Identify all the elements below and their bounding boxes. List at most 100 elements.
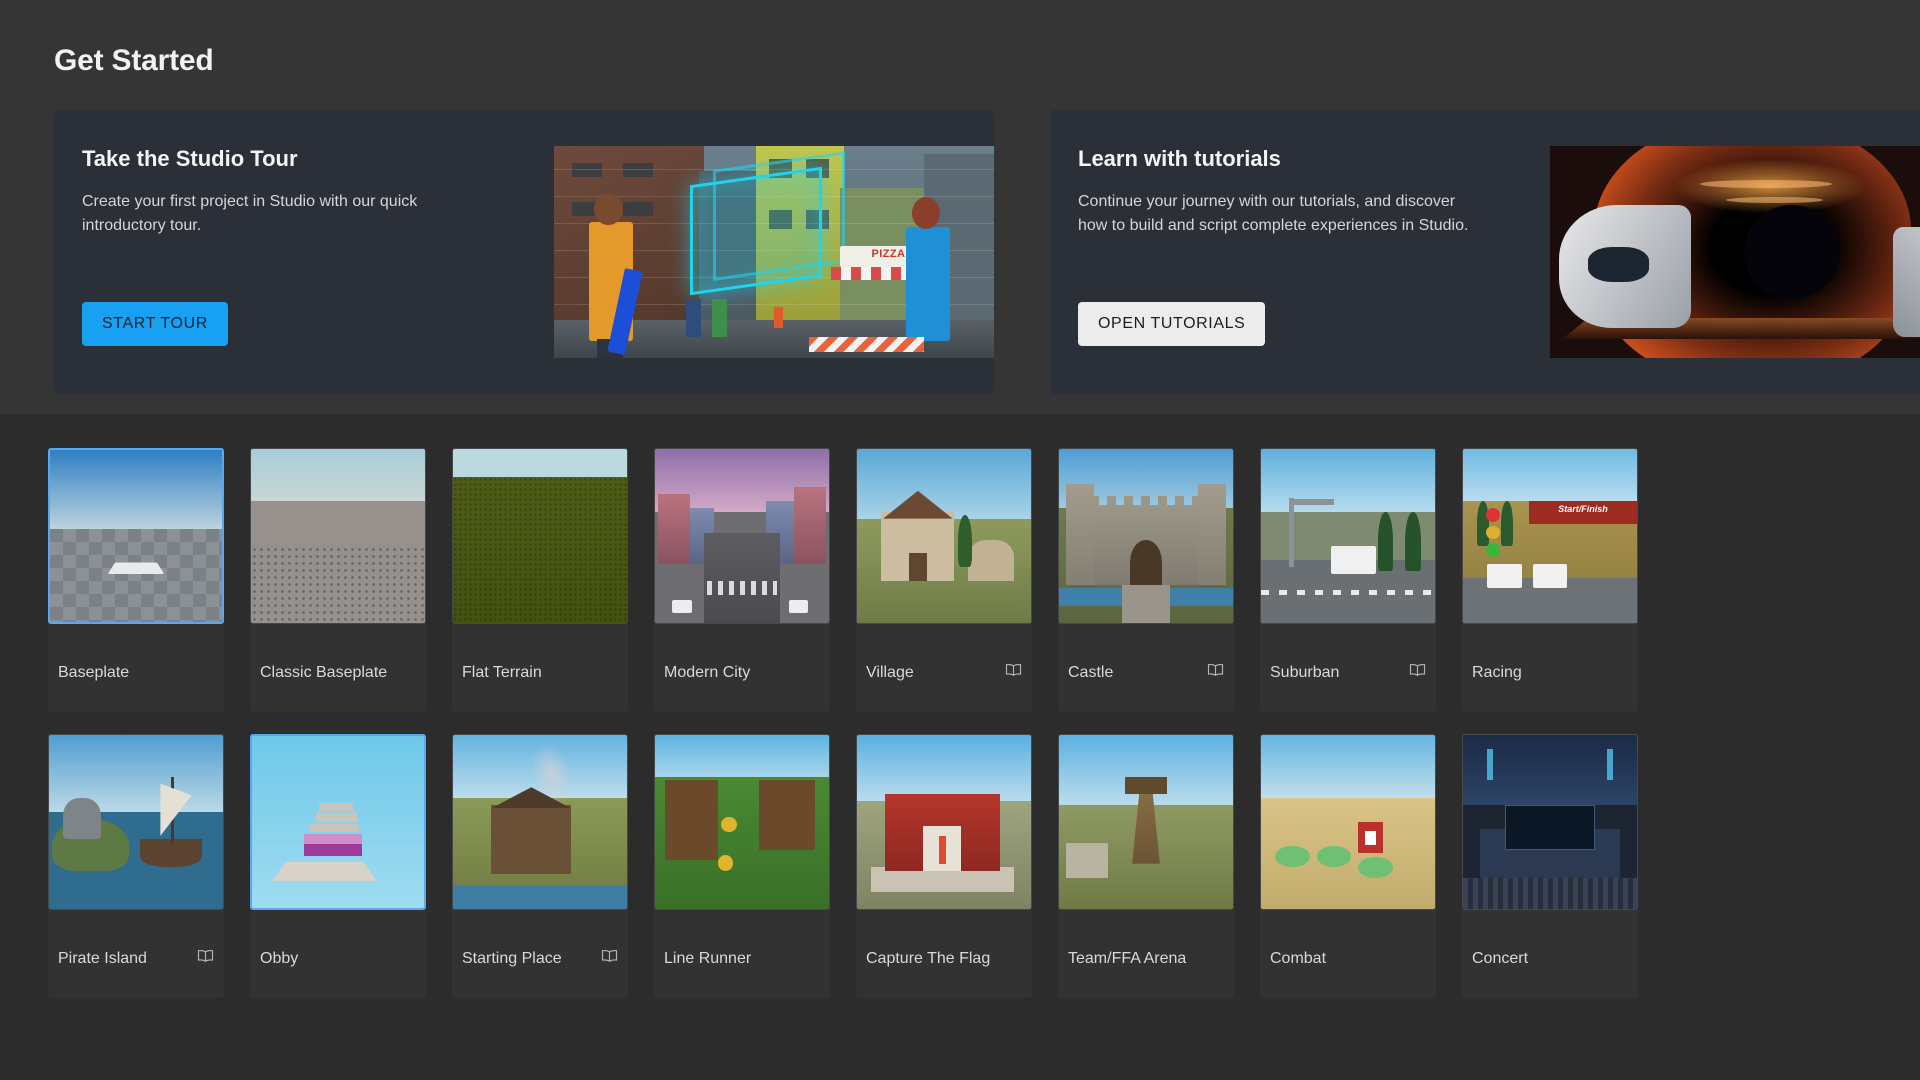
book-icon[interactable]	[1409, 663, 1426, 682]
template-label: Suburban	[1270, 663, 1340, 681]
template-label: Racing	[1472, 663, 1522, 681]
template-thumbnail[interactable]	[1058, 734, 1234, 910]
template-meta-row: Flat Terrain	[452, 624, 628, 708]
start-finish-banner: Start/Finish	[1529, 501, 1637, 524]
template-row: Baseplate Classic Baseplate Flat Terrain Mo…	[0, 448, 1920, 712]
template-meta-row: Village	[856, 624, 1032, 708]
template-label: Classic Baseplate	[260, 663, 388, 681]
template-meta-row: Line Runner	[654, 910, 830, 994]
template-thumbnail[interactable]	[452, 734, 628, 910]
template-thumbnail[interactable]	[1260, 448, 1436, 624]
template-label: Castle	[1068, 663, 1114, 681]
space-pod-left	[1558, 205, 1691, 329]
start-tour-button[interactable]: START TOUR	[82, 302, 228, 346]
template-meta-row: Combat	[1260, 910, 1436, 994]
promo-card-row: Take the Studio Tour Create your first p…	[54, 110, 1920, 394]
avatar-blue-jacket	[906, 196, 950, 342]
promo-card-title: Learn with tutorials	[1078, 146, 1281, 171]
template-meta-row: Concert	[1462, 910, 1638, 994]
template-card-baseplate[interactable]: Baseplate	[48, 448, 224, 712]
template-thumbnail[interactable]	[654, 448, 830, 624]
template-card-racing[interactable]: Start/Finish Racing	[1462, 448, 1638, 712]
template-thumbnail[interactable]	[452, 448, 628, 624]
template-meta-row: Capture The Flag	[856, 910, 1032, 994]
studio-tour-artwork: PIZZA	[554, 146, 994, 358]
template-label: Pirate Island	[58, 949, 147, 967]
avatar-head	[912, 196, 941, 229]
promo-card-description: Continue your journey with our tutorials…	[1078, 193, 1469, 234]
template-label: Modern City	[664, 663, 751, 681]
template-card-pirate-island[interactable]: Pirate Island	[48, 734, 224, 998]
avatar-head	[594, 193, 624, 225]
space-pod-right	[1893, 226, 1920, 337]
template-card-obby[interactable]: Obby	[250, 734, 426, 998]
template-card-flat-terrain[interactable]: Flat Terrain	[452, 448, 628, 712]
template-card-modern-city[interactable]: Modern City	[654, 448, 830, 712]
templates-grid-section: Baseplate Classic Baseplate Flat Terrain Mo…	[0, 414, 1920, 1080]
template-card-combat[interactable]: Combat	[1260, 734, 1436, 998]
template-label: Combat	[1270, 949, 1327, 967]
template-card-classic-baseplate[interactable]: Classic Baseplate	[250, 448, 426, 712]
template-thumbnail[interactable]	[250, 734, 426, 910]
template-meta-row: Baseplate	[48, 624, 224, 708]
template-card-capture-the-flag[interactable]: Capture The Flag	[856, 734, 1032, 998]
template-thumbnail[interactable]	[856, 448, 1032, 624]
template-meta-row: Starting Place	[452, 910, 628, 994]
book-icon[interactable]	[1207, 663, 1224, 682]
template-label: Flat Terrain	[462, 663, 542, 681]
book-icon[interactable]	[197, 949, 214, 968]
template-meta-row: Castle	[1058, 624, 1234, 708]
template-thumbnail[interactable]	[1462, 734, 1638, 910]
template-label: Starting Place	[462, 949, 562, 967]
avatar-small-2	[712, 298, 728, 337]
spawn-pad	[107, 562, 165, 574]
sci-fi-tunnel-illustration	[1550, 146, 1920, 358]
template-label: Obby	[260, 949, 299, 967]
template-label: Team/FFA Arena	[1068, 949, 1187, 967]
template-thumbnail[interactable]	[1260, 734, 1436, 910]
template-label: Baseplate	[58, 663, 130, 681]
city-scene-illustration: PIZZA	[554, 146, 994, 358]
road-barrier	[809, 336, 924, 352]
template-card-suburban[interactable]: Suburban	[1260, 448, 1436, 712]
tunnel-core	[1743, 205, 1841, 299]
template-meta-row: Modern City	[654, 624, 830, 708]
promo-card-action-area: OPEN TUTORIALS	[1078, 302, 1550, 394]
promo-card-title: Take the Studio Tour	[82, 146, 298, 171]
template-meta-row: Racing	[1462, 624, 1638, 708]
book-icon[interactable]	[601, 949, 618, 968]
tutorials-artwork	[1550, 146, 1920, 358]
promo-card-description: Create your first project in Studio with…	[82, 193, 418, 234]
template-meta-row: Obby	[250, 910, 426, 994]
template-thumbnail[interactable]: Start/Finish	[1462, 448, 1638, 624]
template-thumbnail[interactable]	[856, 734, 1032, 910]
promo-card-text: Learn with tutorials Continue your journ…	[1050, 110, 1550, 394]
template-card-concert[interactable]: Concert	[1462, 734, 1638, 998]
template-card-castle[interactable]: Castle	[1058, 448, 1234, 712]
template-card-village[interactable]: Village	[856, 448, 1032, 712]
traffic-cone	[774, 307, 783, 329]
get-started-section: Get Started Take the Studio Tour Create …	[0, 0, 1920, 414]
template-thumbnail[interactable]	[654, 734, 830, 910]
template-thumbnail[interactable]	[48, 448, 224, 624]
template-card-starting-place[interactable]: Starting Place	[452, 734, 628, 998]
promo-card-studio-tour[interactable]: Take the Studio Tour Create your first p…	[54, 110, 994, 394]
avatar-small-1	[686, 298, 701, 337]
template-card-team-ffa-arena[interactable]: Team/FFA Arena	[1058, 734, 1234, 998]
template-meta-row: Pirate Island	[48, 910, 224, 994]
hologram-cube	[690, 166, 823, 296]
template-row: Pirate Island Obby Starting Place Line Runn…	[0, 734, 1920, 998]
template-meta-row: Team/FFA Arena	[1058, 910, 1234, 994]
template-thumbnail[interactable]	[250, 448, 426, 624]
template-meta-row: Classic Baseplate	[250, 624, 426, 708]
promo-card-tutorials[interactable]: Learn with tutorials Continue your journ…	[1050, 110, 1920, 394]
open-tutorials-button[interactable]: OPEN TUTORIALS	[1078, 302, 1266, 346]
template-label: Line Runner	[664, 949, 752, 967]
template-thumbnail[interactable]	[1058, 448, 1234, 624]
template-label: Concert	[1472, 949, 1529, 967]
book-icon[interactable]	[1005, 663, 1022, 682]
template-meta-row: Suburban	[1260, 624, 1436, 708]
template-thumbnail[interactable]	[48, 734, 224, 910]
template-label: Village	[866, 663, 914, 681]
template-card-line-runner[interactable]: Line Runner	[654, 734, 830, 998]
